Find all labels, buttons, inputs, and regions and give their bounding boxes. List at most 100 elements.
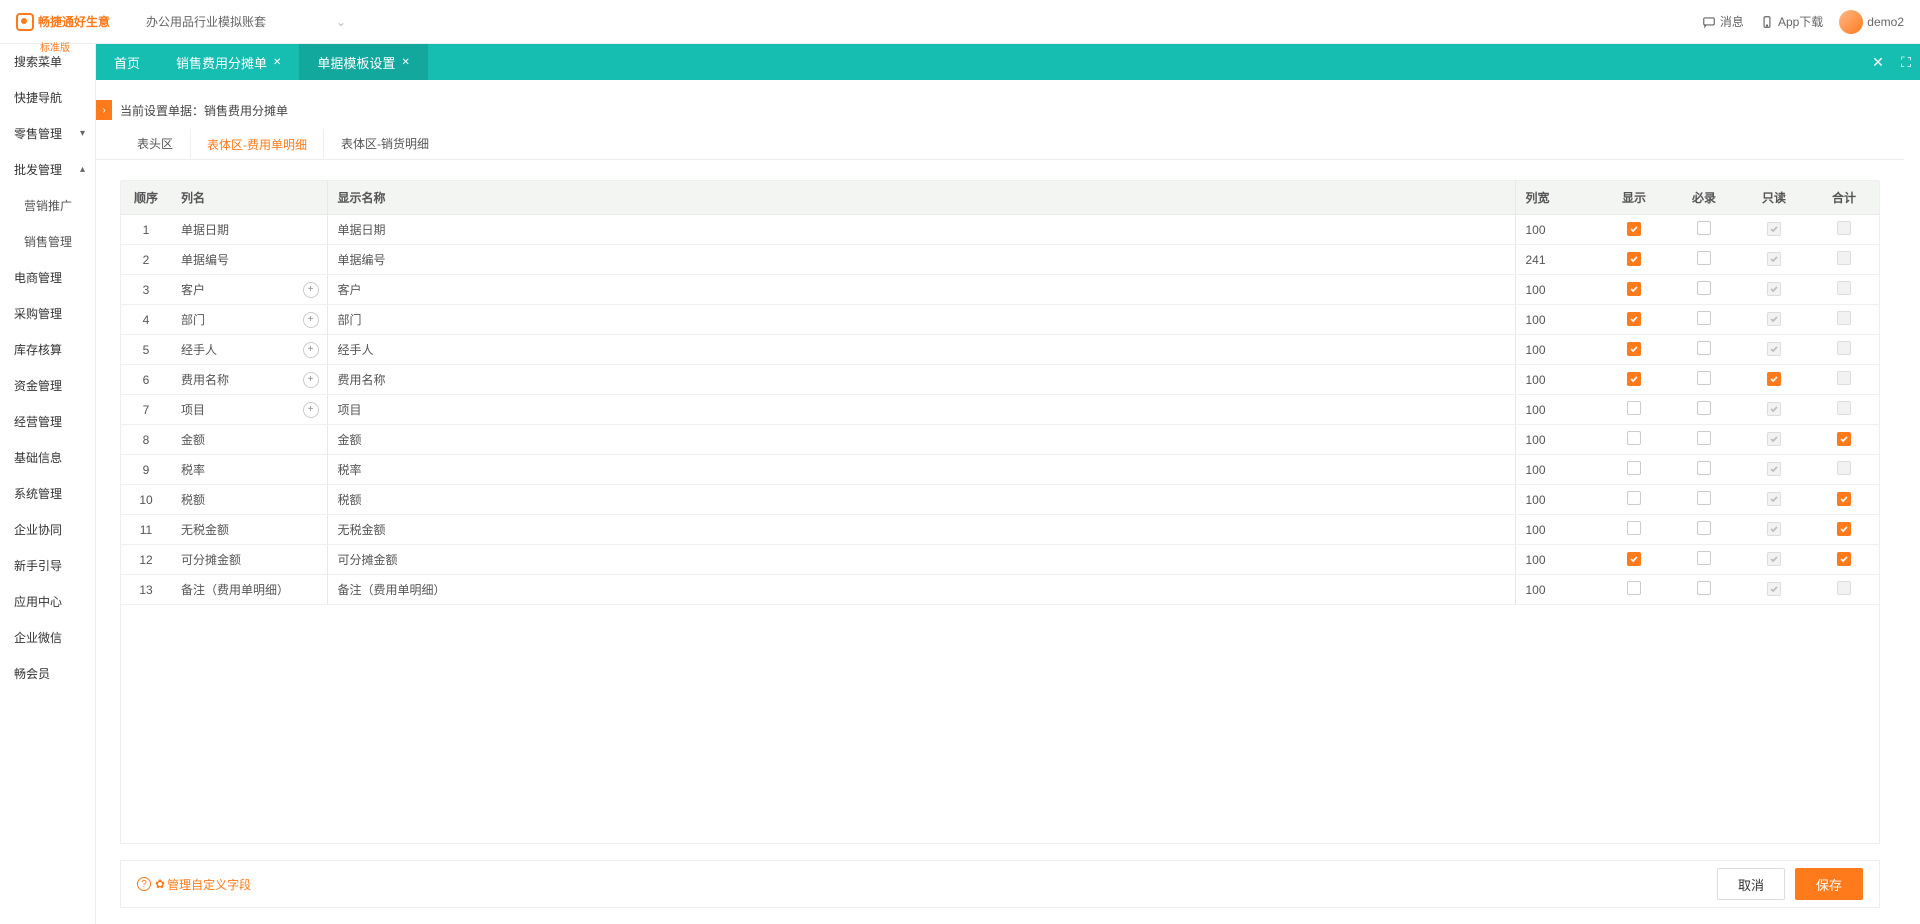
- cell-width[interactable]: 100: [1515, 305, 1599, 335]
- sidebar-item-8[interactable]: 库存核算: [0, 332, 95, 368]
- close-all-tabs[interactable]: ✕: [1864, 46, 1892, 78]
- cell-width[interactable]: 100: [1515, 275, 1599, 305]
- cell-display-name[interactable]: 税额: [327, 485, 1515, 515]
- sidebar-item-13[interactable]: 企业协同: [0, 512, 95, 548]
- checkbox-required[interactable]: [1697, 221, 1711, 235]
- cell-display-name[interactable]: 客户: [327, 275, 1515, 305]
- checkbox-show[interactable]: [1627, 222, 1641, 236]
- sidebar-item-1[interactable]: 快捷导航: [0, 80, 95, 116]
- cell-display-name[interactable]: 可分摊金额: [327, 545, 1515, 575]
- sidebar-item-3[interactable]: 批发管理▴: [0, 152, 95, 188]
- checkbox-required[interactable]: [1697, 581, 1711, 595]
- subtab-1[interactable]: 表体区-费用单明细: [190, 128, 324, 159]
- checkbox-show[interactable]: [1627, 372, 1641, 386]
- checkbox-required[interactable]: [1697, 431, 1711, 445]
- checkbox-show[interactable]: [1627, 491, 1641, 505]
- checkbox-required[interactable]: [1697, 371, 1711, 385]
- cell-width[interactable]: 100: [1515, 335, 1599, 365]
- sidebar-item-10[interactable]: 经营管理: [0, 404, 95, 440]
- subtab-2[interactable]: 表体区-销货明细: [324, 128, 446, 159]
- help-icon[interactable]: ?: [137, 877, 151, 891]
- messages-link[interactable]: 消息: [1702, 13, 1744, 30]
- checkbox-show[interactable]: [1627, 342, 1641, 356]
- checkbox-required[interactable]: [1697, 491, 1711, 505]
- cell-display-name[interactable]: 无税金额: [327, 515, 1515, 545]
- cell-readonly: [1739, 215, 1809, 245]
- sidebar-item-11[interactable]: 基础信息: [0, 440, 95, 476]
- cell-width[interactable]: 100: [1515, 425, 1599, 455]
- cell-width[interactable]: 100: [1515, 455, 1599, 485]
- close-icon[interactable]: ✕: [401, 57, 409, 68]
- col-name: 项目: [181, 403, 205, 417]
- cell-display-name[interactable]: 单据日期: [327, 215, 1515, 245]
- cell-width[interactable]: 100: [1515, 365, 1599, 395]
- cell-display-name[interactable]: 税率: [327, 455, 1515, 485]
- checkbox-readonly[interactable]: [1767, 372, 1781, 386]
- add-child-icon[interactable]: +: [303, 402, 319, 418]
- checkbox-required[interactable]: [1697, 461, 1711, 475]
- checkbox-required[interactable]: [1697, 251, 1711, 265]
- sidebar-item-4[interactable]: 营销推广: [0, 188, 95, 224]
- checkbox-required[interactable]: [1697, 281, 1711, 295]
- cancel-button[interactable]: 取消: [1717, 868, 1785, 900]
- checkbox-show[interactable]: [1627, 581, 1641, 595]
- app-download-link[interactable]: App下载: [1760, 13, 1823, 30]
- subtab-0[interactable]: 表头区: [120, 128, 190, 159]
- add-child-icon[interactable]: +: [303, 342, 319, 358]
- checkbox-total[interactable]: [1837, 432, 1851, 446]
- sidebar-item-15[interactable]: 应用中心: [0, 584, 95, 620]
- save-button[interactable]: 保存: [1795, 868, 1863, 900]
- tab-2[interactable]: 单据模板设置✕: [299, 44, 427, 80]
- add-child-icon[interactable]: +: [303, 282, 319, 298]
- tab-0[interactable]: 首页: [96, 44, 158, 80]
- banner-arrow-icon[interactable]: ›: [96, 100, 112, 120]
- add-child-icon[interactable]: +: [303, 372, 319, 388]
- checkbox-total[interactable]: [1837, 522, 1851, 536]
- checkbox-show[interactable]: [1627, 521, 1641, 535]
- sidebar-item-5[interactable]: 销售管理: [0, 224, 95, 260]
- checkbox-required[interactable]: [1697, 551, 1711, 565]
- checkbox-show[interactable]: [1627, 252, 1641, 266]
- sidebar-item-7[interactable]: 采购管理: [0, 296, 95, 332]
- cell-display-name[interactable]: 部门: [327, 305, 1515, 335]
- sidebar-item-9[interactable]: 资金管理: [0, 368, 95, 404]
- checkbox-required[interactable]: [1697, 341, 1711, 355]
- sidebar-item-16[interactable]: 企业微信: [0, 620, 95, 656]
- add-child-icon[interactable]: +: [303, 312, 319, 328]
- checkbox-required[interactable]: [1697, 521, 1711, 535]
- cell-width[interactable]: 100: [1515, 485, 1599, 515]
- sidebar-item-12[interactable]: 系统管理: [0, 476, 95, 512]
- cell-width[interactable]: 100: [1515, 575, 1599, 605]
- cell-display-name[interactable]: 金额: [327, 425, 1515, 455]
- cell-width[interactable]: 100: [1515, 545, 1599, 575]
- cell-width[interactable]: 100: [1515, 395, 1599, 425]
- cell-display-name[interactable]: 经手人: [327, 335, 1515, 365]
- checkbox-show[interactable]: [1627, 282, 1641, 296]
- manage-custom-fields-link[interactable]: 管理自定义字段: [167, 876, 251, 893]
- fullscreen-toggle[interactable]: ⛶: [1892, 46, 1920, 78]
- checkbox-required[interactable]: [1697, 401, 1711, 415]
- checkbox-show[interactable]: [1627, 552, 1641, 566]
- checkbox-show[interactable]: [1627, 312, 1641, 326]
- cell-display-name[interactable]: 项目: [327, 395, 1515, 425]
- sidebar-item-14[interactable]: 新手引导: [0, 548, 95, 584]
- sidebar-item-6[interactable]: 电商管理: [0, 260, 95, 296]
- close-icon[interactable]: ✕: [273, 57, 281, 68]
- cell-display-name[interactable]: 备注（费用单明细）: [327, 575, 1515, 605]
- checkbox-show[interactable]: [1627, 431, 1641, 445]
- cell-display-name[interactable]: 单据编号: [327, 245, 1515, 275]
- cell-width[interactable]: 100: [1515, 215, 1599, 245]
- checkbox-required[interactable]: [1697, 311, 1711, 325]
- checkbox-total[interactable]: [1837, 492, 1851, 506]
- checkbox-show[interactable]: [1627, 401, 1641, 415]
- cell-width[interactable]: 100: [1515, 515, 1599, 545]
- cell-width[interactable]: 241: [1515, 245, 1599, 275]
- cell-display-name[interactable]: 费用名称: [327, 365, 1515, 395]
- user-menu[interactable]: demo2: [1839, 10, 1904, 34]
- checkbox-show[interactable]: [1627, 461, 1641, 475]
- sidebar-item-17[interactable]: 畅会员: [0, 656, 95, 692]
- sidebar-item-2[interactable]: 零售管理▾: [0, 116, 95, 152]
- tab-1[interactable]: 销售费用分摊单✕: [158, 44, 299, 80]
- checkbox-total[interactable]: [1837, 552, 1851, 566]
- account-selector[interactable]: 办公用品行业模拟账套 ⌄: [130, 0, 362, 44]
